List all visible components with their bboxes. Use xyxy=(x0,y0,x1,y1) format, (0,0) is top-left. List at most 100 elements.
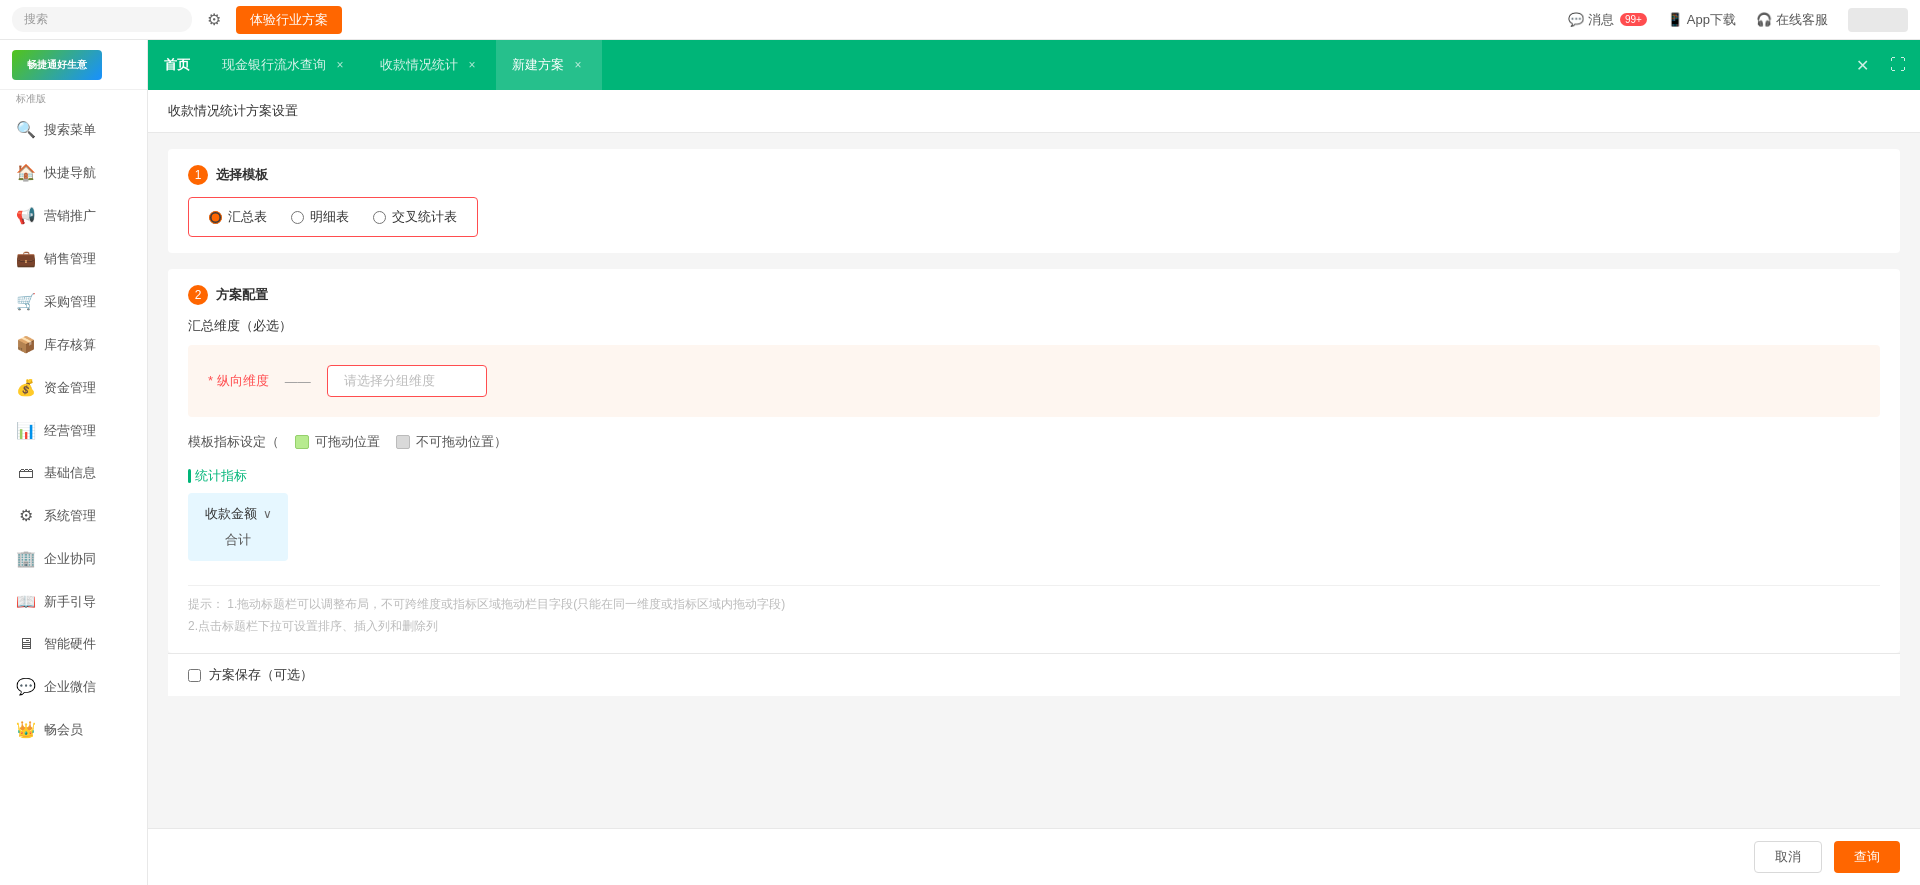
sidebar-item-label: 库存核算 xyxy=(44,336,96,354)
radio-cross-label: 交叉统计表 xyxy=(392,208,457,226)
legend-draggable-box xyxy=(295,435,309,449)
search-icon: 🔍 xyxy=(16,120,36,139)
metrics-legend-row: 模板指标设定（ 可拖动位置 不可拖动位置） xyxy=(188,433,1880,451)
radio-detail[interactable]: 明细表 xyxy=(291,208,349,226)
dimension-arrow: —— xyxy=(285,374,311,389)
vertical-label: * 纵向维度 xyxy=(208,372,269,390)
legend-not-draggable-box xyxy=(396,435,410,449)
dimension-area: * 纵向维度 —— 请选择分组维度 xyxy=(188,345,1880,417)
radio-cross-input[interactable] xyxy=(373,211,386,224)
sidebar-item-sales[interactable]: 💼 销售管理 xyxy=(0,237,147,280)
sidebar-item-label: 经营管理 xyxy=(44,422,96,440)
metrics-card-title: 收款金额 xyxy=(205,505,257,523)
guide-icon: 📖 xyxy=(16,592,36,611)
system-icon: ⚙ xyxy=(16,506,36,525)
message-icon: 💬 xyxy=(1568,12,1584,27)
radio-detail-label: 明细表 xyxy=(310,208,349,226)
sidebar-item-operations[interactable]: 📊 经营管理 xyxy=(0,409,147,452)
right-panel: 首页 现金银行流水查询 × 收款情况统计 × 新建方案 × ✕ ⛶ xyxy=(148,40,1920,885)
logo-text: 畅捷通好生意 xyxy=(27,58,87,72)
message-badge: 99+ xyxy=(1620,13,1647,26)
sidebar-item-label: 企业微信 xyxy=(44,678,96,696)
tab-cash-flow-label: 现金银行流水查询 xyxy=(222,56,326,74)
close-window-icon[interactable]: ✕ xyxy=(1848,51,1876,79)
sidebar-item-corp[interactable]: 🏢 企业协同 xyxy=(0,537,147,580)
message-item[interactable]: 💬 消息 99+ xyxy=(1568,11,1647,29)
marketing-icon: 📢 xyxy=(16,206,36,225)
save-checkbox[interactable] xyxy=(188,669,201,682)
sidebar-item-nav[interactable]: 🏠 快捷导航 xyxy=(0,151,147,194)
sidebar-item-label: 智能硬件 xyxy=(44,635,96,653)
template-selection-box: 汇总表 明细表 交叉统计表 xyxy=(188,197,478,237)
cancel-button[interactable]: 取消 xyxy=(1754,841,1822,873)
step2-section: 2 方案配置 汇总维度（必选） * 纵向维度 —— 请选择分组维度 xyxy=(168,269,1900,653)
app-icon: 📱 xyxy=(1667,12,1683,27)
finance-icon: 💰 xyxy=(16,378,36,397)
sidebar: 畅捷通好生意 标准版 🔍 搜索菜单 🏠 快捷导航 📢 营销推广 💼 销售管理 🛒… xyxy=(0,40,148,885)
sidebar-item-system[interactable]: ⚙ 系统管理 xyxy=(0,494,147,537)
metrics-card[interactable]: 收款金额 ∨ 合计 xyxy=(188,493,288,561)
sidebar-item-label: 资金管理 xyxy=(44,379,96,397)
sidebar-tag: 标准版 xyxy=(4,90,147,108)
trial-button[interactable]: 体验行业方案 xyxy=(236,6,342,34)
online-service-item[interactable]: 🎧 在线客服 xyxy=(1756,11,1828,29)
sidebar-item-hardware[interactable]: 🖥 智能硬件 xyxy=(0,623,147,665)
sidebar-item-member[interactable]: 👑 畅会员 xyxy=(0,708,147,751)
sidebar-item-inventory[interactable]: 📦 库存核算 xyxy=(0,323,147,366)
hints-area: 提示： 1.拖动标题栏可以调整布局，不可跨维度或指标区域拖动栏目字段(只能在同一… xyxy=(188,585,1880,637)
sidebar-item-label: 新手引导 xyxy=(44,593,96,611)
app-download-item[interactable]: 📱 App下载 xyxy=(1667,11,1736,29)
gear-icon[interactable]: ⚙ xyxy=(200,6,228,34)
dimension-input[interactable]: 请选择分组维度 xyxy=(327,365,487,397)
tab-home[interactable]: 首页 xyxy=(148,40,206,90)
metrics-section-text: 统计指标 xyxy=(195,467,247,485)
search-placeholder: 搜索 xyxy=(24,12,48,26)
sidebar-item-purchase[interactable]: 🛒 采购管理 xyxy=(0,280,147,323)
logo-image: 畅捷通好生意 xyxy=(12,50,102,80)
sidebar-item-finance[interactable]: 💰 资金管理 xyxy=(0,366,147,409)
top-bar-right: 💬 消息 99+ 📱 App下载 🎧 在线客服 xyxy=(1568,8,1908,32)
tab-new-plan-close[interactable]: × xyxy=(570,57,586,73)
save-row: 方案保存（可选） xyxy=(168,653,1900,696)
query-button[interactable]: 查询 xyxy=(1834,841,1900,873)
step1-section: 1 选择模板 汇总表 明细表 xyxy=(168,149,1900,253)
tab-collection-stats[interactable]: 收款情况统计 × xyxy=(364,40,496,90)
metrics-section-label: 统计指标 xyxy=(188,467,1880,485)
avatar xyxy=(1848,8,1908,32)
metrics-card-header: 收款金额 ∨ xyxy=(197,501,280,527)
online-service-label: 在线客服 xyxy=(1776,11,1828,29)
sidebar-item-label: 销售管理 xyxy=(44,250,96,268)
step1-label: 1 选择模板 xyxy=(188,165,1880,185)
radio-detail-input[interactable] xyxy=(291,211,304,224)
search-box: 搜索 xyxy=(12,7,192,32)
sidebar-item-guide[interactable]: 📖 新手引导 xyxy=(0,580,147,623)
sidebar-item-basics[interactable]: 🗃 基础信息 xyxy=(0,452,147,494)
sidebar-item-label: 基础信息 xyxy=(44,464,96,482)
app-download-label: App下载 xyxy=(1687,11,1736,29)
sidebar-item-label: 营销推广 xyxy=(44,207,96,225)
dimension-placeholder: 请选择分组维度 xyxy=(344,373,435,388)
save-label: 方案保存（可选） xyxy=(209,666,313,684)
sidebar-item-label: 采购管理 xyxy=(44,293,96,311)
tab-cash-flow-close[interactable]: × xyxy=(332,57,348,73)
tab-cash-flow[interactable]: 现金银行流水查询 × xyxy=(206,40,364,90)
legend-draggable: 可拖动位置 xyxy=(295,433,380,451)
tab-collection-stats-close[interactable]: × xyxy=(464,57,480,73)
operations-icon: 📊 xyxy=(16,421,36,440)
metrics-card-dropdown[interactable]: ∨ xyxy=(263,507,272,521)
inventory-icon: 📦 xyxy=(16,335,36,354)
main-content: 收款情况统计方案设置 1 选择模板 汇总表 xyxy=(148,90,1920,828)
step1-title: 选择模板 xyxy=(216,166,268,184)
sidebar-item-label: 快捷导航 xyxy=(44,164,96,182)
maximize-icon[interactable]: ⛶ xyxy=(1884,51,1912,79)
sidebar-item-marketing[interactable]: 📢 营销推广 xyxy=(0,194,147,237)
service-icon: 🎧 xyxy=(1756,12,1772,27)
tab-new-plan[interactable]: 新建方案 × xyxy=(496,40,602,90)
radio-cross[interactable]: 交叉统计表 xyxy=(373,208,457,226)
radio-summary-input[interactable] xyxy=(209,211,222,224)
sidebar-item-label: 企业协同 xyxy=(44,550,96,568)
sidebar-item-search[interactable]: 🔍 搜索菜单 xyxy=(0,108,147,151)
legend-draggable-label: 可拖动位置 xyxy=(315,433,380,451)
sidebar-item-wechat[interactable]: 💬 企业微信 xyxy=(0,665,147,708)
radio-summary[interactable]: 汇总表 xyxy=(209,208,267,226)
